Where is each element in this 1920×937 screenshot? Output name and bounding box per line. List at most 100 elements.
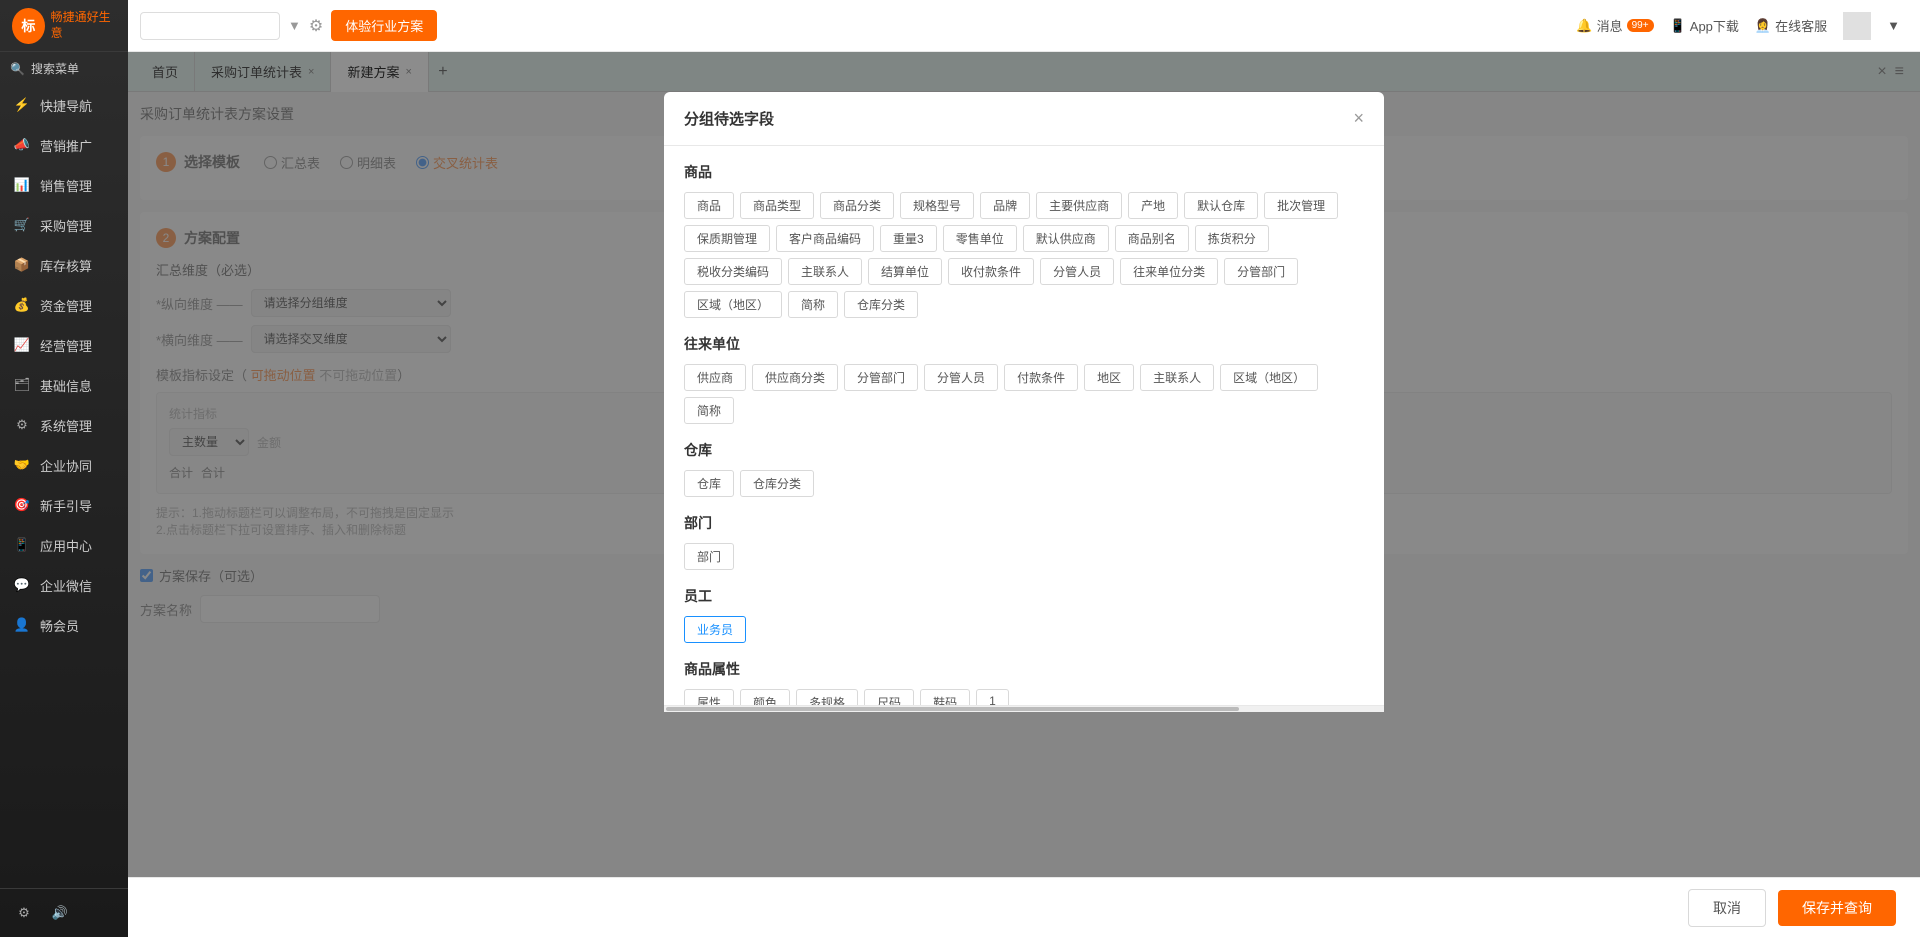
field-tag-tax-code[interactable]: 税收分类编码 (684, 258, 782, 285)
sidebar-item-guide[interactable]: 🎯 新手引导 (0, 485, 128, 525)
basic-info-icon: 🗂 (12, 375, 32, 395)
modal-close-btn[interactable]: × (1353, 108, 1364, 129)
sidebar-item-quick-nav[interactable]: ⚡ 快捷导航 (0, 85, 128, 125)
cancel-button[interactable]: 取消 (1688, 889, 1766, 927)
topbar-search-input[interactable] (140, 12, 280, 40)
field-tag-color[interactable]: 颜色 (740, 689, 790, 705)
field-tag-mgmt-dept[interactable]: 分管部门 (1224, 258, 1298, 285)
field-tag-dept[interactable]: 部门 (684, 543, 734, 570)
employee-fields: 业务员 (684, 616, 1364, 643)
sidebar-item-label: 应用中心 (40, 536, 92, 555)
sidebar-item-system[interactable]: ⚙ 系统管理 (0, 405, 128, 445)
service-item[interactable]: 👩‍💼 在线客服 (1755, 16, 1827, 35)
field-tag-supplier-category[interactable]: 供应商分类 (752, 364, 838, 391)
field-tag-region-district2[interactable]: 区域（地区） (1220, 364, 1318, 391)
field-tag-retail-unit[interactable]: 零售单位 (943, 225, 1017, 252)
sidebar-item-sales[interactable]: 📊 销售管理 (0, 165, 128, 205)
sidebar-item-cooperation[interactable]: 🤝 企业协同 (0, 445, 128, 485)
user-menu[interactable]: ▼ (1887, 18, 1900, 33)
download-item[interactable]: 📱 App下载 (1670, 16, 1739, 35)
user-avatar[interactable] (1843, 12, 1871, 40)
field-tag-payment-cond[interactable]: 付款条件 (1004, 364, 1078, 391)
sidebar-item-label: 新手引导 (40, 496, 92, 515)
field-tag-manager2[interactable]: 分管人员 (924, 364, 998, 391)
field-tag-warehouse-cat[interactable]: 仓库分类 (740, 470, 814, 497)
inventory-icon: 📦 (12, 255, 32, 275)
topbar: ▼ ⚙ 体验行业方案 🔔 消息 99+ 📱 App下载 👩‍💼 在线客服 ▼ (128, 0, 1920, 52)
field-tag-brand[interactable]: 品牌 (980, 192, 1030, 219)
field-tag-quality-mgmt[interactable]: 保质期管理 (684, 225, 770, 252)
sidebar-item-label: 快捷导航 (40, 96, 92, 115)
sidebar-item-label: 销售管理 (40, 176, 92, 195)
audio-icon[interactable]: 🔊 (46, 899, 74, 927)
field-tag-region2[interactable]: 地区 (1084, 364, 1134, 391)
sidebar-item-marketing[interactable]: 📣 营销推广 (0, 125, 128, 165)
field-tag-multi-spec[interactable]: 多规格 (796, 689, 858, 705)
field-tag-goods-type[interactable]: 商品类型 (740, 192, 814, 219)
sidebar-item-finance[interactable]: 💰 资金管理 (0, 285, 128, 325)
product-fields: 商品 商品类型 商品分类 规格型号 品牌 主要供应商 产地 默认仓库 批次管理 … (684, 192, 1364, 318)
sidebar-item-operations[interactable]: 📈 经营管理 (0, 325, 128, 365)
cooperation-icon: 🤝 (12, 455, 32, 475)
field-tag-size[interactable]: 尺码 (864, 689, 914, 705)
field-tag-pick-points[interactable]: 拣货积分 (1195, 225, 1269, 252)
field-tag-custom1[interactable]: 1 (976, 689, 1009, 705)
field-tag-short-name[interactable]: 简称 (788, 291, 838, 318)
sidebar-item-purchase[interactable]: 🛒 采购管理 (0, 205, 128, 245)
field-tag-goods[interactable]: 商品 (684, 192, 734, 219)
field-tag-weight3[interactable]: 重量3 (880, 225, 937, 252)
purchase-icon: 🛒 (12, 215, 32, 235)
field-tag-goods-category[interactable]: 商品分类 (820, 192, 894, 219)
app-center-icon: 📱 (12, 535, 32, 555)
field-tag-main-contact[interactable]: 主联系人 (788, 258, 862, 285)
settings-icon[interactable]: ⚙ (10, 899, 38, 927)
field-tag-goods-alias[interactable]: 商品别名 (1115, 225, 1189, 252)
notification-icon: 🔔 (1576, 18, 1592, 34)
topbar-dropdown-arrow[interactable]: ▼ (288, 18, 301, 33)
field-tag-short-name2[interactable]: 简称 (684, 397, 734, 424)
field-group-product: 商品 商品 商品类型 商品分类 规格型号 品牌 主要供应商 产地 默认仓库 批次… (684, 162, 1364, 318)
field-tag-customer-code[interactable]: 客户商品编码 (776, 225, 874, 252)
modal-scrollbar[interactable] (664, 705, 1384, 712)
field-tag-src-unit-category[interactable]: 往来单位分类 (1120, 258, 1218, 285)
field-tag-attr[interactable]: 属性 (684, 689, 734, 705)
field-tag-settlement-unit[interactable]: 结算单位 (868, 258, 942, 285)
modal-body[interactable]: 商品 商品 商品类型 商品分类 规格型号 品牌 主要供应商 产地 默认仓库 批次… (664, 146, 1384, 705)
download-icon: 📱 (1670, 18, 1686, 34)
sidebar-item-app-center[interactable]: 📱 应用中心 (0, 525, 128, 565)
sidebar-item-member[interactable]: 👤 畅会员 (0, 605, 128, 645)
field-tag-salesperson[interactable]: 业务员 (684, 616, 746, 643)
counterpart-fields: 供应商 供应商分类 分管部门 分管人员 付款条件 地区 主联系人 区域（地区） … (684, 364, 1364, 424)
field-tag-default-supplier[interactable]: 默认供应商 (1023, 225, 1109, 252)
field-group-product-attrs: 商品属性 属性 颜色 多规格 尺码 鞋码 1 (684, 659, 1364, 705)
field-tag-payment-terms[interactable]: 收付款条件 (948, 258, 1034, 285)
field-tag-spec-type[interactable]: 规格型号 (900, 192, 974, 219)
sidebar-item-basic-info[interactable]: 🗂 基础信息 (0, 365, 128, 405)
sidebar-search[interactable]: 🔍 搜索菜单 (0, 52, 128, 85)
field-tag-batch-mgmt[interactable]: 批次管理 (1264, 192, 1338, 219)
field-tag-dept2[interactable]: 分管部门 (844, 364, 918, 391)
field-tag-default-warehouse[interactable]: 默认仓库 (1184, 192, 1258, 219)
experience-btn[interactable]: 体验行业方案 (331, 10, 437, 41)
operations-icon: 📈 (12, 335, 32, 355)
logo-icon: 标 (12, 8, 45, 44)
department-fields: 部门 (684, 543, 1364, 570)
topbar-settings-icon[interactable]: ⚙ (309, 16, 323, 36)
product-attrs-group-title: 商品属性 (684, 659, 1364, 679)
field-tag-warehouse[interactable]: 仓库 (684, 470, 734, 497)
sidebar-item-inventory[interactable]: 📦 库存核算 (0, 245, 128, 285)
field-tag-region-district[interactable]: 区域（地区） (684, 291, 782, 318)
notification-item[interactable]: 🔔 消息 99+ (1576, 16, 1653, 35)
field-tag-manager[interactable]: 分管人员 (1040, 258, 1114, 285)
field-tag-warehouse-category[interactable]: 仓库分类 (844, 291, 918, 318)
field-tag-supplier[interactable]: 供应商 (684, 364, 746, 391)
counterpart-group-title: 往来单位 (684, 334, 1364, 354)
field-tag-shoe-size[interactable]: 鞋码 (920, 689, 970, 705)
field-tag-origin[interactable]: 产地 (1128, 192, 1178, 219)
save-button[interactable]: 保存并查询 (1778, 890, 1896, 926)
search-icon: 🔍 (10, 62, 25, 76)
marketing-icon: 📣 (12, 135, 32, 155)
field-tag-contact2[interactable]: 主联系人 (1140, 364, 1214, 391)
field-tag-main-supplier[interactable]: 主要供应商 (1036, 192, 1122, 219)
sidebar-item-wechat[interactable]: 💬 企业微信 (0, 565, 128, 605)
